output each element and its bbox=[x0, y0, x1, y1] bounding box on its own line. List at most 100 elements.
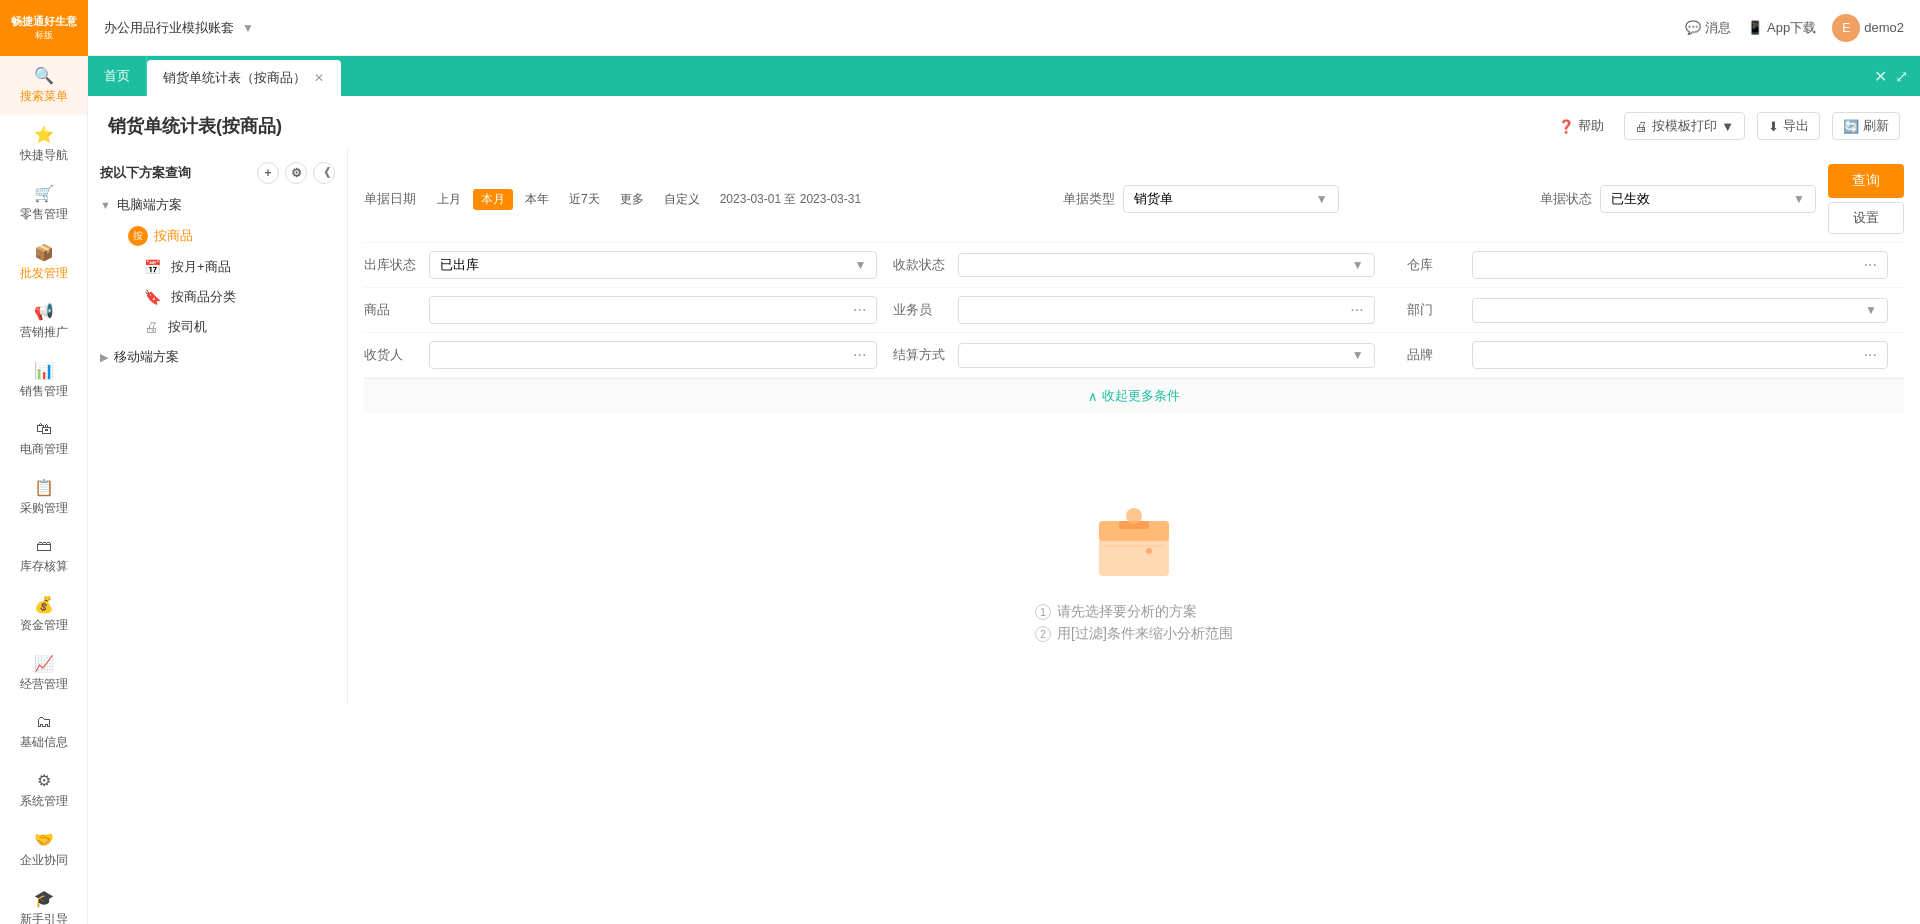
header-right: 💬 消息 📱 App下载 E demo2 bbox=[1685, 14, 1904, 42]
settlement-select[interactable]: ▼ bbox=[958, 343, 1374, 368]
dept-select[interactable]: ▼ bbox=[1472, 298, 1888, 323]
sidebar-item-search[interactable]: 🔍 搜索菜单 bbox=[0, 56, 87, 115]
sidebar-item-retail[interactable]: 🛒 零售管理 bbox=[0, 174, 87, 233]
out-status-select[interactable]: 已出库 ▼ bbox=[429, 251, 877, 279]
dropdown-icon[interactable]: ▼ bbox=[242, 21, 254, 35]
template-print-label: 按模板打印 bbox=[1652, 117, 1717, 135]
tab-home-label: 首页 bbox=[104, 67, 130, 85]
dept-value bbox=[1483, 303, 1865, 318]
sidebar-item-inventory[interactable]: 🗃 库存核算 bbox=[0, 527, 87, 585]
sidebar-nav: 🔍 搜索菜单 ⭐ 快捷导航 🛒 零售管理 📦 批发管理 📢 营销推广 📊 销售管… bbox=[0, 56, 87, 924]
sidebar-item-newbie[interactable]: 🎓 新手引导 bbox=[0, 879, 87, 924]
tree-item-by-category[interactable]: 🔖 按商品分类 bbox=[116, 282, 347, 312]
user-btn[interactable]: E demo2 bbox=[1832, 14, 1904, 42]
goods-input[interactable]: ··· bbox=[429, 296, 877, 324]
message-label: 消息 bbox=[1705, 19, 1731, 37]
query-btn[interactable]: 查询 bbox=[1828, 164, 1904, 198]
recipient-input[interactable]: ··· bbox=[429, 341, 877, 369]
hint-text-2: 用[过滤]条件来缩小分析范围 bbox=[1057, 625, 1233, 643]
tree-group-mobile[interactable]: ▶ 移动端方案 bbox=[88, 342, 347, 372]
dept-label: 部门 bbox=[1407, 301, 1472, 319]
page-title: 销货单统计表(按商品) bbox=[108, 114, 282, 138]
tree-item-by-printer[interactable]: 🖨 按司机 bbox=[116, 312, 347, 342]
quick-nav-icon: ⭐ bbox=[34, 125, 54, 144]
sidebar-item-operations[interactable]: 📈 经营管理 bbox=[0, 644, 87, 703]
basic-icon: 🗂 bbox=[36, 713, 52, 731]
panel-tools: + ⚙ 《 bbox=[257, 162, 335, 184]
maximize-btn[interactable]: ⤢ bbox=[1895, 67, 1908, 86]
tree-children: 按 按商品 📅 按月+商品 🔖 按商品分类 🖨 bbox=[88, 220, 347, 342]
date-tab-custom[interactable]: 自定义 bbox=[656, 189, 708, 210]
sidebar-item-marketing[interactable]: 📢 营销推广 bbox=[0, 292, 87, 351]
hint-text-1: 请先选择要分析的方案 bbox=[1057, 603, 1197, 621]
sidebar-item-system[interactable]: ⚙ 系统管理 bbox=[0, 761, 87, 820]
tree-item-label-printer: 按司机 bbox=[168, 318, 207, 336]
page-actions: ❓ 帮助 🖨 按模板打印 ▼ ⬇ 导出 🔄 刷新 bbox=[1550, 112, 1900, 140]
out-status-label: 出库状态 bbox=[364, 256, 429, 274]
svg-point-5 bbox=[1146, 548, 1152, 554]
collapse-arrow-icon: ∧ bbox=[1088, 389, 1098, 404]
sidebar-item-finance[interactable]: 💰 资金管理 bbox=[0, 585, 87, 644]
tree-item-by-goods[interactable]: 按 按商品 bbox=[116, 220, 347, 252]
date-tab-7days[interactable]: 近7天 bbox=[561, 189, 608, 210]
add-scheme-btn[interactable]: + bbox=[257, 162, 279, 184]
refresh-btn[interactable]: 🔄 刷新 bbox=[1832, 112, 1900, 140]
collapse-label: 收起更多条件 bbox=[1102, 387, 1180, 405]
enterprise-icon: 🤝 bbox=[34, 830, 54, 849]
date-tab-more[interactable]: 更多 bbox=[612, 189, 652, 210]
tab-home[interactable]: 首页 bbox=[88, 56, 147, 96]
date-tab-last-month[interactable]: 上月 bbox=[429, 189, 469, 210]
settlement-chevron: ▼ bbox=[1352, 348, 1364, 362]
wholesale-icon: 📦 bbox=[34, 243, 54, 262]
status-select[interactable]: 已生效 ▼ bbox=[1600, 185, 1816, 213]
tree-expand-icon: ▼ bbox=[100, 199, 111, 211]
tab-close-icon[interactable]: ✕ bbox=[314, 71, 324, 85]
logo: 畅捷通好生意 标版 bbox=[0, 0, 88, 56]
sidebar-item-quick-nav[interactable]: ⭐ 快捷导航 bbox=[0, 115, 87, 174]
date-tab-this-month[interactable]: 本月 bbox=[473, 189, 513, 210]
app-download-btn[interactable]: 📱 App下载 bbox=[1747, 19, 1816, 37]
goods-dots: ··· bbox=[853, 301, 866, 319]
sidebar-item-ecommerce[interactable]: 🛍 电商管理 bbox=[0, 410, 87, 468]
app-download-label: App下载 bbox=[1767, 19, 1816, 37]
sidebar-item-purchase[interactable]: 📋 采购管理 bbox=[0, 468, 87, 527]
page-header: 销货单统计表(按商品) ❓ 帮助 🖨 按模板打印 ▼ ⬇ 导出 bbox=[88, 96, 1920, 148]
type-select[interactable]: 销货单 ▼ bbox=[1123, 185, 1339, 213]
sidebar-item-sales[interactable]: 📊 销售管理 bbox=[0, 351, 87, 410]
empty-hint-1: 1 请先选择要分析的方案 bbox=[1035, 601, 1233, 623]
recipient-dots: ··· bbox=[853, 346, 866, 364]
filter-row-4: 收货人 ··· 结算方式 ▼ bbox=[364, 333, 1904, 378]
collapse-bar[interactable]: ∧ 收起更多条件 bbox=[364, 378, 1904, 413]
tree-item-by-month-goods[interactable]: 📅 按月+商品 bbox=[116, 252, 347, 282]
message-btn[interactable]: 💬 消息 bbox=[1685, 19, 1731, 37]
template-print-btn[interactable]: 🖨 按模板打印 ▼ bbox=[1624, 112, 1745, 140]
refresh-label: 刷新 bbox=[1863, 117, 1889, 135]
date-tab-this-year[interactable]: 本年 bbox=[517, 189, 557, 210]
close-window-btn[interactable]: ✕ bbox=[1874, 67, 1887, 86]
recv-status-select[interactable]: ▼ bbox=[958, 253, 1374, 277]
warehouse-input[interactable]: ··· bbox=[1472, 251, 1888, 279]
newbie-icon: 🎓 bbox=[34, 889, 54, 908]
sidebar-label-ecommerce: 电商管理 bbox=[20, 441, 68, 458]
sidebar-item-basic[interactable]: 🗂 基础信息 bbox=[0, 703, 87, 761]
collapse-panel-btn[interactable]: 《 bbox=[313, 162, 335, 184]
panel-header: 按以下方案查询 + ⚙ 《 bbox=[88, 156, 347, 190]
help-btn[interactable]: ❓ 帮助 bbox=[1550, 113, 1612, 139]
status-label: 单据状态 bbox=[1532, 190, 1592, 208]
sidebar-label-wholesale: 批发管理 bbox=[20, 265, 68, 282]
print-icon: 🖨 bbox=[1635, 119, 1648, 134]
sidebar-label-sales: 销售管理 bbox=[20, 383, 68, 400]
sidebar-item-enterprise[interactable]: 🤝 企业协同 bbox=[0, 820, 87, 879]
salesman-input[interactable]: ··· bbox=[958, 296, 1374, 324]
tab-sales-stat[interactable]: 销货单统计表（按商品） ✕ bbox=[147, 60, 341, 96]
export-label: 导出 bbox=[1783, 117, 1809, 135]
recipient-label: 收货人 bbox=[364, 346, 429, 364]
brand-input[interactable]: ··· bbox=[1472, 341, 1888, 369]
settings-scheme-btn[interactable]: ⚙ bbox=[285, 162, 307, 184]
svg-point-6 bbox=[1117, 559, 1121, 563]
tree-group-pc[interactable]: ▼ 电脑端方案 bbox=[88, 190, 347, 220]
settings-btn[interactable]: 设置 bbox=[1828, 202, 1904, 234]
export-btn[interactable]: ⬇ 导出 bbox=[1757, 112, 1820, 140]
out-status-cell: 出库状态 已出库 ▼ bbox=[364, 243, 877, 287]
sidebar-item-wholesale[interactable]: 📦 批发管理 bbox=[0, 233, 87, 292]
